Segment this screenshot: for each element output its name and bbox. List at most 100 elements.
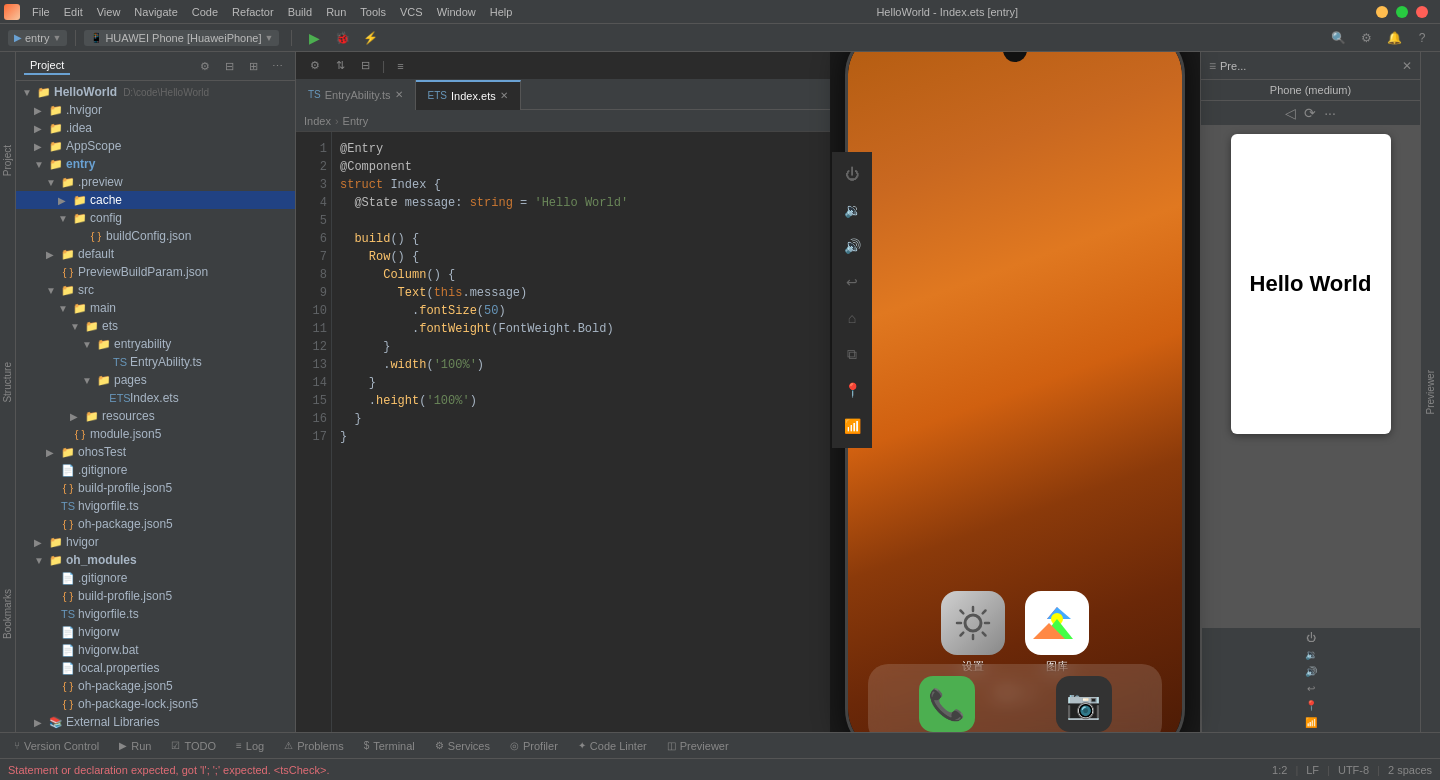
maximize-button[interactable] bbox=[1396, 6, 1408, 18]
run-button[interactable]: ▶ bbox=[304, 28, 324, 48]
tree-item-ohpackagelock[interactable]: ▶ { } oh-package-lock.json5 bbox=[16, 695, 295, 713]
bottom-tab-log[interactable]: ≡ Log bbox=[226, 733, 274, 759]
search-everywhere-button[interactable]: 🔍 bbox=[1328, 28, 1348, 48]
menu-help[interactable]: Help bbox=[484, 4, 519, 20]
es-fold-btn[interactable]: ⊟ bbox=[355, 57, 376, 74]
tree-collapse-btn[interactable]: ⊟ bbox=[219, 56, 239, 76]
tree-item-hvigorfile-root[interactable]: ▶ TS hvigorfile.ts bbox=[16, 605, 295, 623]
rp-rotate-btn[interactable]: ⟳ bbox=[1304, 105, 1316, 121]
tree-expand-btn[interactable]: ⊞ bbox=[243, 56, 263, 76]
notifications-button[interactable]: 🔔 bbox=[1384, 28, 1404, 48]
phone-back-icon[interactable]: ‹ bbox=[973, 731, 979, 732]
tree-item-gitignore-root[interactable]: ▶ 📄 .gitignore bbox=[16, 569, 295, 587]
bookmarks-vertical-label[interactable]: Bookmarks bbox=[0, 585, 15, 643]
tab-entryability[interactable]: TS EntryAbility.ts ✕ bbox=[296, 80, 416, 110]
menu-navigate[interactable]: Navigate bbox=[128, 4, 183, 20]
tree-item-buildprofile-root[interactable]: ▶ { } build-profile.json5 bbox=[16, 587, 295, 605]
menu-file[interactable]: File bbox=[26, 4, 56, 20]
tree-item-ohostest[interactable]: ▶ 📁 ohosTest bbox=[16, 443, 295, 461]
rp-loc-icon[interactable]: 📍 bbox=[1305, 700, 1317, 711]
code-editor[interactable]: 123456 789101112 1314151617 @Entry @Comp… bbox=[296, 132, 830, 732]
tree-item-pages[interactable]: ▼ 📁 pages bbox=[16, 371, 295, 389]
tree-item-hvigorw[interactable]: ▶ 📄 hvigorw bbox=[16, 623, 295, 641]
tree-item-main[interactable]: ▼ 📁 main bbox=[16, 299, 295, 317]
tree-item-hvigorwbat[interactable]: ▶ 📄 hvigorw.bat bbox=[16, 641, 295, 659]
rp-power-icon[interactable]: ⏻ bbox=[1306, 632, 1316, 643]
phone-app-settings[interactable]: 设置 bbox=[941, 591, 1005, 674]
menu-edit[interactable]: Edit bbox=[58, 4, 89, 20]
rp-wifi-icon[interactable]: 📶 bbox=[1305, 717, 1317, 728]
menu-build[interactable]: Build bbox=[282, 4, 318, 20]
vol-down-btn[interactable]: 🔉 bbox=[838, 196, 866, 224]
tree-item-index-ets[interactable]: ▶ ETS Index.ets bbox=[16, 389, 295, 407]
tree-item-module-json5[interactable]: ▶ { } module.json5 bbox=[16, 425, 295, 443]
tab-indexets-close[interactable]: ✕ bbox=[500, 90, 508, 101]
bottom-tab-problems[interactable]: ⚠ Problems bbox=[274, 733, 353, 759]
bottom-tab-run[interactable]: ▶ Run bbox=[109, 733, 161, 759]
rp-voldown-icon[interactable]: 🔉 bbox=[1305, 649, 1317, 660]
rp-back-btn[interactable]: ◁ bbox=[1285, 105, 1296, 121]
rp-close-btn[interactable]: ✕ bbox=[1402, 59, 1412, 73]
tree-item-preview[interactable]: ▼ 📁 .preview bbox=[16, 173, 295, 191]
bottom-tab-terminal[interactable]: $ Terminal bbox=[354, 733, 425, 759]
close-button[interactable] bbox=[1416, 6, 1428, 18]
tree-item-previewbuildparam[interactable]: ▶ { } PreviewBuildParam.json bbox=[16, 263, 295, 281]
vol-up-btn[interactable]: 🔊 bbox=[838, 232, 866, 260]
rp-back-icon[interactable]: ↩ bbox=[1307, 683, 1315, 694]
run-config-dropdown[interactable]: ▶ entry ▼ bbox=[8, 30, 67, 46]
tree-item-default[interactable]: ▶ 📁 default bbox=[16, 245, 295, 263]
phone-app-gallery[interactable]: 图库 bbox=[1025, 591, 1089, 674]
tree-item-ets[interactable]: ▼ 📁 ets bbox=[16, 317, 295, 335]
project-tab[interactable]: Project bbox=[24, 57, 70, 75]
bottom-tab-todo[interactable]: ☑ TODO bbox=[161, 733, 226, 759]
tree-item-oh-modules[interactable]: ▼ 📁 oh_modules bbox=[16, 551, 295, 569]
bottom-tab-profiler[interactable]: ◎ Profiler bbox=[500, 733, 568, 759]
es-settings-btn[interactable]: ⚙ bbox=[304, 57, 326, 74]
tree-item-resources[interactable]: ▶ 📁 resources bbox=[16, 407, 295, 425]
recents-btn[interactable]: ⧉ bbox=[838, 340, 866, 368]
structure-vertical-label[interactable]: Structure bbox=[0, 358, 15, 407]
tree-settings-btn[interactable]: ⚙ bbox=[195, 56, 215, 76]
tab-entryability-close[interactable]: ✕ bbox=[395, 89, 403, 100]
bottom-tab-services[interactable]: ⚙ Services bbox=[425, 733, 500, 759]
breadcrumb-entry[interactable]: Entry bbox=[343, 115, 369, 127]
menu-code[interactable]: Code bbox=[186, 4, 224, 20]
help-button[interactable]: ? bbox=[1412, 28, 1432, 48]
breadcrumb-index[interactable]: Index bbox=[304, 115, 331, 127]
menu-view[interactable]: View bbox=[91, 4, 127, 20]
tab-index-ets[interactable]: ETS Index.ets ✕ bbox=[416, 80, 521, 110]
tree-item-external-libs[interactable]: ▶ 📚 External Libraries bbox=[16, 713, 295, 731]
tree-item-src[interactable]: ▼ 📁 src bbox=[16, 281, 295, 299]
back-btn[interactable]: ↩ bbox=[838, 268, 866, 296]
power-btn[interactable]: ⏻ bbox=[838, 160, 866, 188]
tree-more-btn[interactable]: ⋯ bbox=[267, 56, 287, 76]
tree-item-hvigor[interactable]: ▶ 📁 .hvigor bbox=[16, 101, 295, 119]
code-content[interactable]: @Entry @Component struct Index { @State … bbox=[332, 132, 830, 732]
tree-item-hvigor-root[interactable]: ▶ 📁 hvigor bbox=[16, 533, 295, 551]
location-btn[interactable]: 📍 bbox=[838, 376, 866, 404]
tree-item-idea[interactable]: ▶ 📁 .idea bbox=[16, 119, 295, 137]
tree-item-ohpackage-entry[interactable]: ▶ { } oh-package.json5 bbox=[16, 515, 295, 533]
tree-item-ohpackage-root[interactable]: ▶ { } oh-package.json5 bbox=[16, 677, 295, 695]
menu-run[interactable]: Run bbox=[320, 4, 352, 20]
tree-item-buildconfig[interactable]: ▶ { } buildConfig.json bbox=[16, 227, 295, 245]
bottom-tab-previewer[interactable]: ◫ Previewer bbox=[657, 733, 739, 759]
tree-item-config[interactable]: ▼ 📁 config bbox=[16, 209, 295, 227]
tree-root[interactable]: ▼ 📁 HelloWorld D:\code\HelloWorld bbox=[16, 83, 295, 101]
minimize-button[interactable] bbox=[1376, 6, 1388, 18]
settings-button[interactable]: ⚙ bbox=[1356, 28, 1376, 48]
tree-item-localprops[interactable]: ▶ 📄 local.properties bbox=[16, 659, 295, 677]
tree-item-entryability[interactable]: ▼ 📁 entryability bbox=[16, 335, 295, 353]
bottom-tab-codelinter[interactable]: ✦ Code Linter bbox=[568, 733, 657, 759]
dock-phone[interactable]: 📞 bbox=[919, 676, 975, 732]
rp-volup-icon[interactable]: 🔊 bbox=[1305, 666, 1317, 677]
menu-vcs[interactable]: VCS bbox=[394, 4, 429, 20]
es-format-btn[interactable]: ≡ bbox=[391, 58, 409, 74]
menu-window[interactable]: Window bbox=[431, 4, 482, 20]
wifi-btn[interactable]: 📶 bbox=[838, 412, 866, 440]
tree-item-gitignore-entry[interactable]: ▶ 📄 .gitignore bbox=[16, 461, 295, 479]
menu-refactor[interactable]: Refactor bbox=[226, 4, 280, 20]
previewer-vertical-tab[interactable]: Previewer bbox=[1423, 364, 1438, 420]
dock-camera[interactable]: 📷 bbox=[1056, 676, 1112, 732]
home-btn[interactable]: ⌂ bbox=[838, 304, 866, 332]
